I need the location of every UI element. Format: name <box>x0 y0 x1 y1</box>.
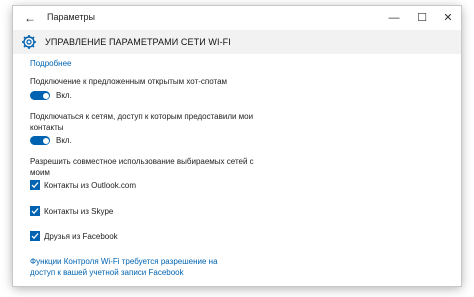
hotspot-toggle-state: Вкл. <box>56 91 72 100</box>
shared-networks-toggle[interactable] <box>30 136 50 145</box>
checkmark-icon <box>31 208 39 215</box>
facebook-permission-link-line1[interactable]: Функции Контроля Wi-Fi требуется разреше… <box>30 257 218 266</box>
title-bar: ← Параметры — ☐ ✕ <box>13 6 461 30</box>
hotspot-label: Подключение к предложенным открытым хот-… <box>30 77 228 86</box>
close-button[interactable]: ✕ <box>437 8 459 28</box>
page-title: УПРАВЛЕНИЕ ПАРАМЕТРАМИ СЕТИ WI-FI <box>45 37 231 47</box>
page-header: УПРАВЛЕНИЕ ПАРАМЕТРАМИ СЕТИ WI-FI <box>13 30 461 54</box>
minimize-button[interactable]: — <box>383 8 405 28</box>
facebook-checkbox[interactable] <box>30 231 40 241</box>
shared-networks-label-line2: контакты <box>30 123 64 132</box>
skype-checkbox[interactable] <box>30 206 40 216</box>
facebook-checkbox-label: Друзья из Facebook <box>44 232 118 241</box>
settings-window: ← Параметры — ☐ ✕ УПРАВЛЕНИЕ ПАРАМЕТРАМИ… <box>13 6 461 286</box>
facebook-permission-link-line2[interactable]: доступ к вашей учетной записи Facebook <box>30 268 184 277</box>
checkmark-icon <box>31 182 39 189</box>
back-arrow-icon[interactable]: ← <box>21 9 39 27</box>
window-title: Параметры <box>47 12 95 22</box>
share-selected-label-line1: Разрешить совместное использование выбир… <box>30 157 254 166</box>
hotspot-toggle[interactable] <box>30 91 50 100</box>
gear-icon <box>22 35 36 49</box>
shared-networks-toggle-state: Вкл. <box>56 136 72 145</box>
shared-networks-label-line1: Подключаться к сетям, доступ к которым п… <box>30 112 254 121</box>
outlook-checkbox-label: Контакты из Outlook.com <box>44 181 137 190</box>
settings-content: Подробнее Подключение к предложенным отк… <box>13 54 461 286</box>
more-info-link[interactable]: Подробнее <box>30 59 72 68</box>
share-selected-label-line2: моим <box>30 168 50 177</box>
skype-checkbox-label: Контакты из Skype <box>44 207 114 216</box>
outlook-checkbox[interactable] <box>30 180 40 190</box>
checkmark-icon <box>31 233 39 240</box>
maximize-button[interactable]: ☐ <box>411 8 433 28</box>
